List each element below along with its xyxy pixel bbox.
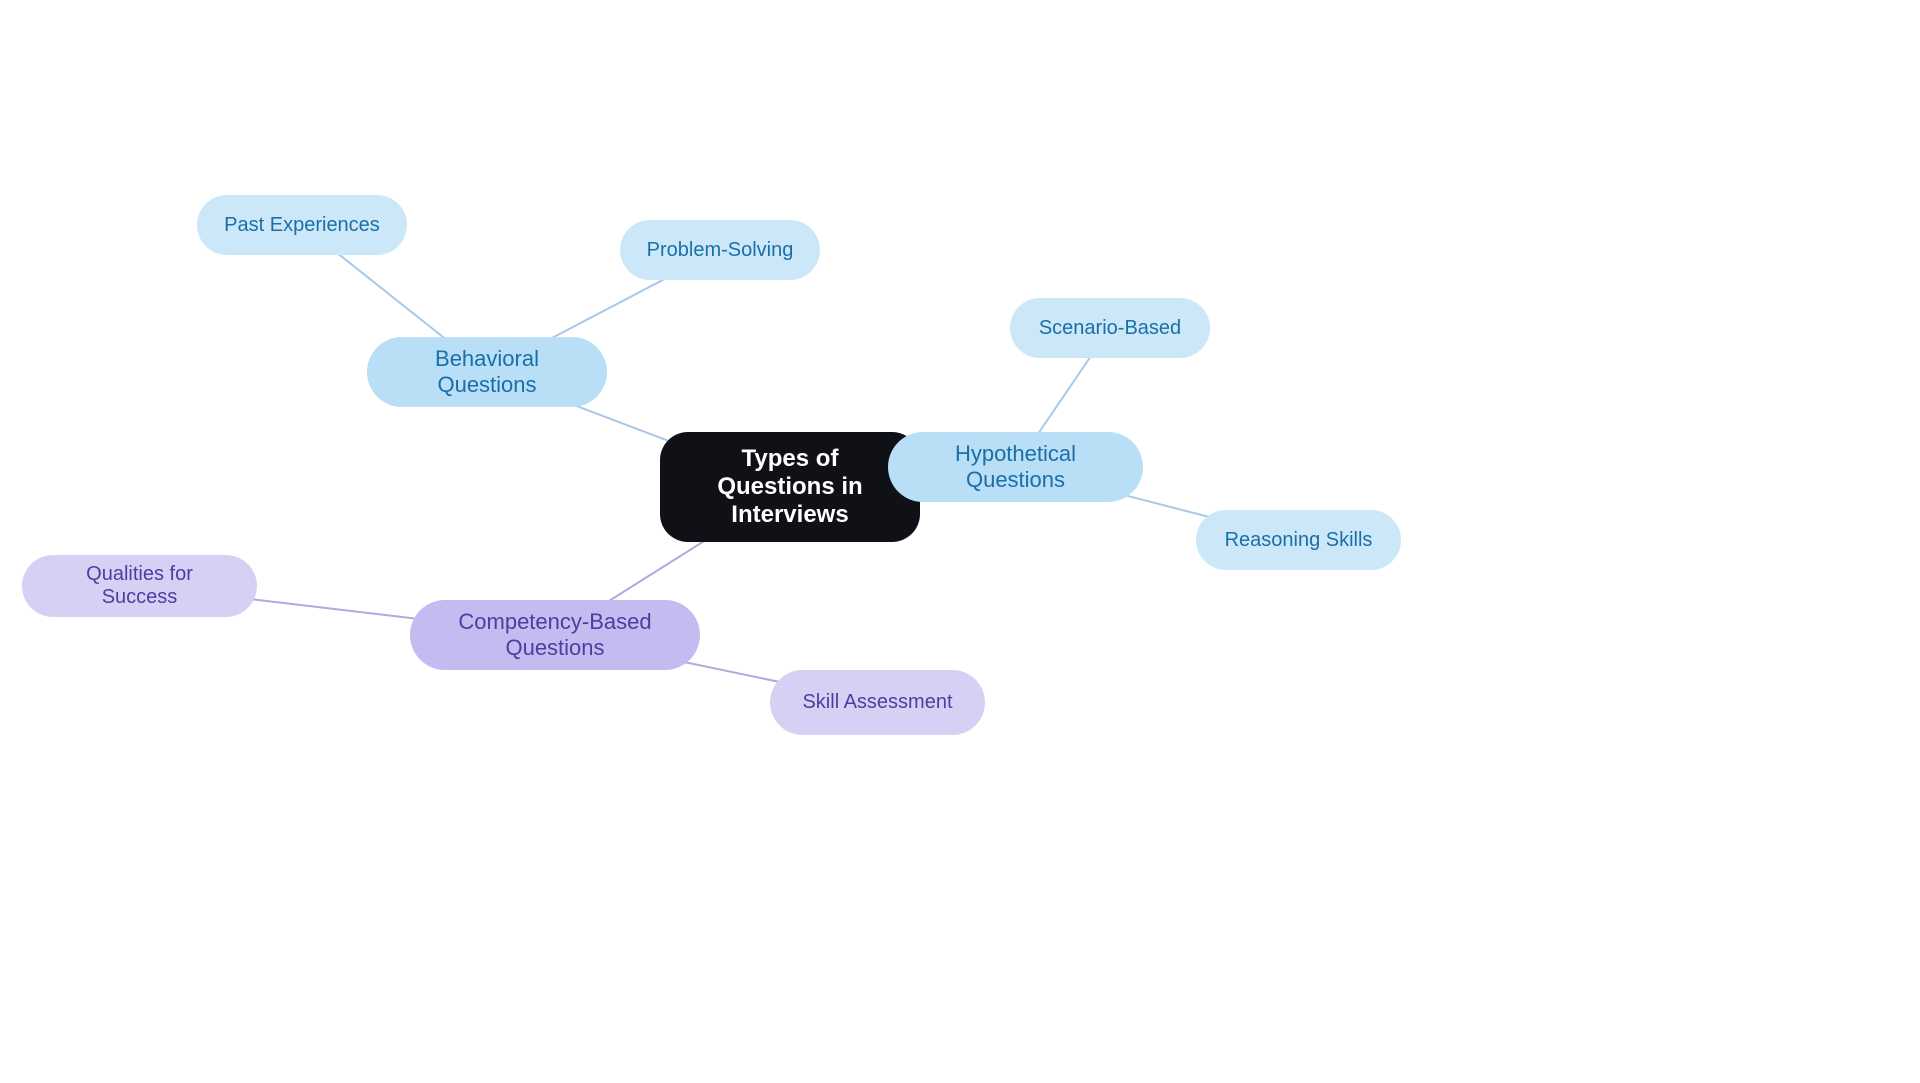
- scenario-based-node: Scenario-Based: [1010, 298, 1210, 358]
- problem-solving-label: Problem-Solving: [647, 239, 794, 262]
- hypothetical-label: Hypothetical Questions: [912, 441, 1119, 493]
- behavioral-questions-node: Behavioral Questions: [367, 337, 607, 407]
- skill-assessment-label: Skill Assessment: [802, 691, 952, 714]
- qualities-success-node: Qualities for Success: [22, 555, 257, 617]
- behavioral-label: Behavioral Questions: [391, 346, 583, 398]
- center-node: Types of Questions in Interviews: [660, 432, 920, 542]
- problem-solving-node: Problem-Solving: [620, 220, 820, 280]
- scenario-based-label: Scenario-Based: [1039, 317, 1181, 340]
- reasoning-skills-label: Reasoning Skills: [1225, 529, 1373, 552]
- center-label: Types of Questions in Interviews: [684, 445, 896, 529]
- qualities-label: Qualities for Success: [46, 563, 233, 609]
- competency-based-node: Competency-Based Questions: [410, 600, 700, 670]
- hypothetical-questions-node: Hypothetical Questions: [888, 432, 1143, 502]
- competency-label: Competency-Based Questions: [434, 609, 676, 661]
- past-experiences-node: Past Experiences: [197, 195, 407, 255]
- past-experiences-label: Past Experiences: [224, 214, 380, 237]
- reasoning-skills-node: Reasoning Skills: [1196, 510, 1401, 570]
- skill-assessment-node: Skill Assessment: [770, 670, 985, 735]
